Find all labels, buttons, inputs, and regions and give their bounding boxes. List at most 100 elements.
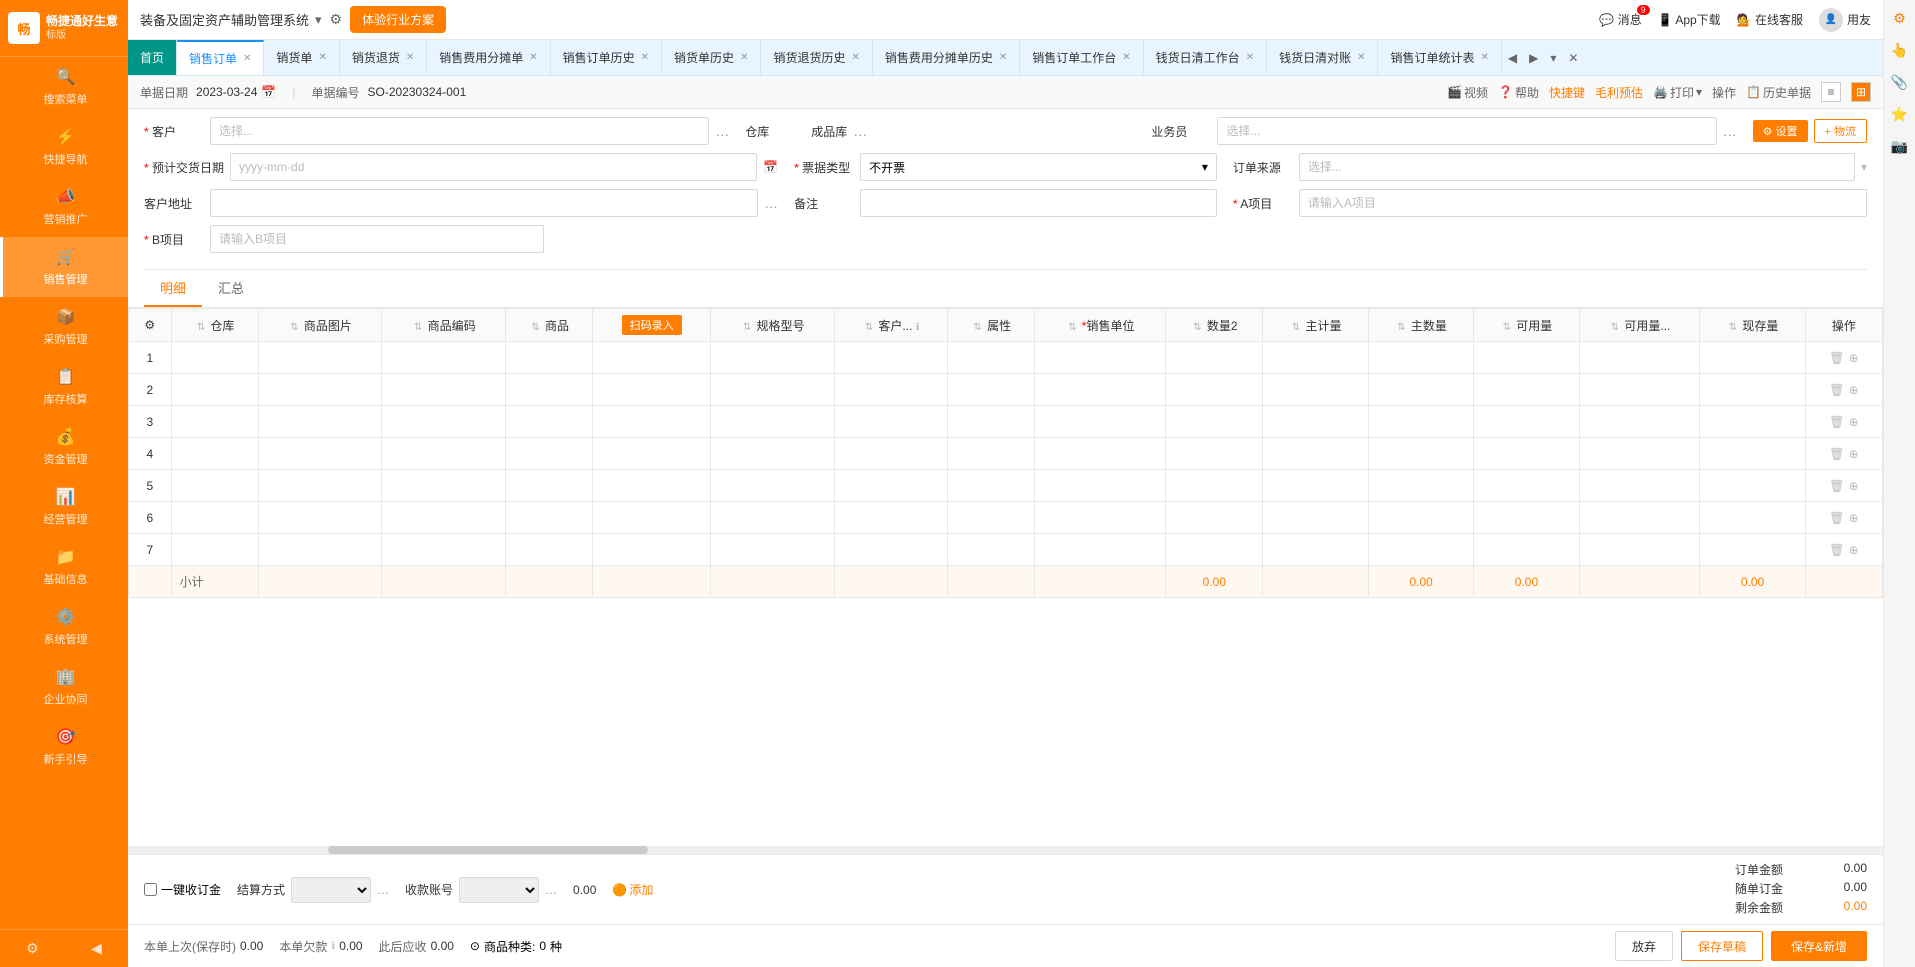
system-dropdown-icon[interactable]: ▾ [315, 12, 322, 28]
address-dots[interactable]: … [764, 195, 778, 211]
row-copy-icon-4[interactable]: ⊕ [1848, 447, 1858, 461]
detail-tab-summary[interactable]: 汇总 [202, 270, 260, 307]
current-order-info-icon[interactable]: ℹ [331, 941, 335, 952]
scrollbar-thumb[interactable] [328, 846, 648, 854]
operate-action[interactable]: 操作 [1712, 84, 1736, 101]
sidebar-item-sales[interactable]: 🛒 销售管理 [0, 237, 128, 297]
sidebar-item-purchase[interactable]: 📦 采购管理 [0, 297, 128, 357]
scan-button[interactable]: 扫码录入 [622, 315, 682, 335]
layout-list-icon[interactable]: ≡ [1821, 82, 1841, 102]
sort-icon-available[interactable]: ⇅ [1503, 322, 1511, 333]
tab-cash-daily-work[interactable]: 钱货日清工作台 ✕ [1144, 40, 1267, 76]
sort-icon-available2[interactable]: ⇅ [1611, 322, 1619, 333]
profit-action[interactable]: 毛利预估 [1595, 84, 1643, 101]
payment-method-dots[interactable]: … [377, 883, 389, 897]
right-scan-icon[interactable]: 📷 [1886, 132, 1914, 160]
help-action[interactable]: ❓ 帮助 [1498, 84, 1539, 101]
add-goods-button[interactable]: + 物流 [1814, 119, 1867, 143]
tab-close-sales-fee-hist[interactable]: ✕ [999, 52, 1007, 63]
detail-tab-detail[interactable]: 明细 [144, 270, 202, 307]
customer-input[interactable] [210, 117, 709, 145]
row-delete-icon-6[interactable]: 🗑 [1829, 511, 1844, 525]
sidebar-item-basic[interactable]: 📁 基础信息 [0, 537, 128, 597]
user-menu[interactable]: 👤 用友 [1819, 8, 1871, 32]
col-scan[interactable]: 扫码录入 [593, 309, 711, 342]
tab-sales-fee-split[interactable]: 销售费用分摊单 ✕ [427, 40, 550, 76]
sort-icon-customer-code[interactable]: ⇅ [865, 322, 873, 333]
save-new-button[interactable]: 保存&新增 [1771, 931, 1867, 961]
sort-icon-current-stock[interactable]: ⇅ [1729, 322, 1737, 333]
sort-icon-qty2[interactable]: ⇅ [1193, 322, 1201, 333]
right-settings-icon[interactable]: ⚙ [1886, 4, 1914, 32]
tab-sales-return-hist[interactable]: 销货单历史 ✕ [662, 40, 761, 76]
sort-icon-product-image[interactable]: ⇅ [290, 322, 298, 333]
sidebar-item-enterprise[interactable]: 🏢 企业协同 [0, 657, 128, 717]
view-action[interactable]: 🎬 视频 [1447, 84, 1488, 101]
row-copy-icon-2[interactable]: ⊕ [1848, 383, 1858, 397]
app-download[interactable]: 📱 App下载 [1658, 11, 1721, 28]
settings-gear-icon[interactable]: ⚙ [330, 11, 343, 28]
tab-close-cash-daily-work[interactable]: ✕ [1246, 52, 1254, 63]
sidebar-item-newbie[interactable]: 🎯 新手引导 [0, 717, 128, 777]
tab-close-cash-daily-account[interactable]: ✕ [1357, 52, 1365, 63]
tab-sales-order-work[interactable]: 销售订单工作台 ✕ [1020, 40, 1143, 76]
order-source-input[interactable] [1299, 153, 1855, 181]
sort-icon-main-qty[interactable]: ⇅ [1397, 322, 1405, 333]
row-delete-icon-4[interactable]: 🗑 [1829, 447, 1844, 461]
tab-home[interactable]: 首页 [128, 40, 177, 76]
sort-icon-spec[interactable]: ⇅ [743, 322, 751, 333]
shortcut-action[interactable]: 快捷键 [1549, 84, 1585, 101]
customer-code-info-icon[interactable]: ℹ [916, 322, 920, 333]
horizontal-scrollbar[interactable] [128, 846, 1883, 854]
tab-scroll-left[interactable]: ◀ [1502, 51, 1523, 65]
row-delete-icon-5[interactable]: 🗑 [1829, 479, 1844, 493]
sort-icon-product[interactable]: ⇅ [531, 322, 539, 333]
print-action[interactable]: 🖨️ 打印 ▾ [1653, 84, 1702, 101]
sidebar-item-search[interactable]: 🔍 搜索菜单 [0, 57, 128, 117]
row-delete-icon-3[interactable]: 🗑 [1829, 415, 1844, 429]
tab-close-sales-refund[interactable]: ✕ [406, 52, 414, 63]
payment-method-select[interactable] [291, 877, 371, 903]
tab-sales-refund-hist[interactable]: 销货退货历史 ✕ [761, 40, 872, 76]
tab-close-sales-order-work[interactable]: ✕ [1122, 52, 1130, 63]
discard-button[interactable]: 放弃 [1615, 931, 1673, 961]
sidebar-item-operation[interactable]: 📊 经营管理 [0, 477, 128, 537]
sort-icon-main-unit[interactable]: ⇅ [1292, 322, 1300, 333]
tab-close-sales-order-hist[interactable]: ✕ [641, 52, 649, 63]
row-copy-icon-6[interactable]: ⊕ [1848, 511, 1858, 525]
staff-dots[interactable]: … [1723, 123, 1737, 139]
tab-close-sales-return[interactable]: ✕ [318, 52, 326, 63]
one-click-checkbox-input[interactable] [144, 883, 157, 896]
sidebar-item-finance[interactable]: 💰 资金管理 [0, 417, 128, 477]
col-gear[interactable]: ⚙ [129, 309, 172, 342]
add-button[interactable]: 🟠 添加 [612, 881, 653, 898]
system-selector[interactable]: 装备及固定资产辅助管理系统 ▾ [140, 10, 322, 29]
date-field[interactable]: 2023-03-24 📅 [196, 85, 276, 99]
bank-account-select[interactable] [459, 877, 539, 903]
bank-account-dots[interactable]: … [545, 883, 557, 897]
history-action[interactable]: 📋 历史单据 [1746, 84, 1811, 101]
tab-sales-summary[interactable]: 销售订单统计表 ✕ [1378, 40, 1501, 76]
sidebar-item-system[interactable]: ⚙️ 系统管理 [0, 597, 128, 657]
one-click-checkout-checkbox[interactable]: 一键收订金 [144, 881, 221, 898]
tab-sales-refund[interactable]: 销货退货 ✕ [340, 40, 427, 76]
row-copy-icon-7[interactable]: ⊕ [1848, 543, 1858, 557]
warehouse-dots[interactable]: … [853, 123, 867, 139]
tab-sales-return[interactable]: 销货单 ✕ [264, 40, 339, 76]
row-copy-icon-1[interactable]: ⊕ [1848, 351, 1858, 365]
tab-close-sales-summary[interactable]: ✕ [1481, 52, 1489, 63]
sidebar-item-quick-nav[interactable]: ⚡ 快捷导航 [0, 117, 128, 177]
row-delete-icon-1[interactable]: 🗑 [1829, 351, 1844, 365]
staff-input[interactable] [1217, 117, 1716, 145]
tab-sales-order-hist[interactable]: 销售订单历史 ✕ [551, 40, 662, 76]
note-input[interactable] [860, 189, 1217, 217]
right-fingerprint-icon[interactable]: 👆 [1886, 36, 1914, 64]
notification-badge[interactable]: 💬 消息 9 [1599, 11, 1641, 28]
sort-icon-sales-unit[interactable]: ⇅ [1068, 322, 1076, 333]
b-project-input[interactable] [210, 225, 544, 253]
right-star-icon[interactable]: ⭐ [1886, 100, 1914, 128]
customer-dots[interactable]: … [715, 123, 729, 139]
tab-sales-order[interactable]: 销售订单 ✕ [177, 40, 264, 76]
tab-more[interactable]: ▾ [1544, 51, 1562, 65]
tab-cash-daily-account[interactable]: 钱货日清对账 ✕ [1267, 40, 1378, 76]
